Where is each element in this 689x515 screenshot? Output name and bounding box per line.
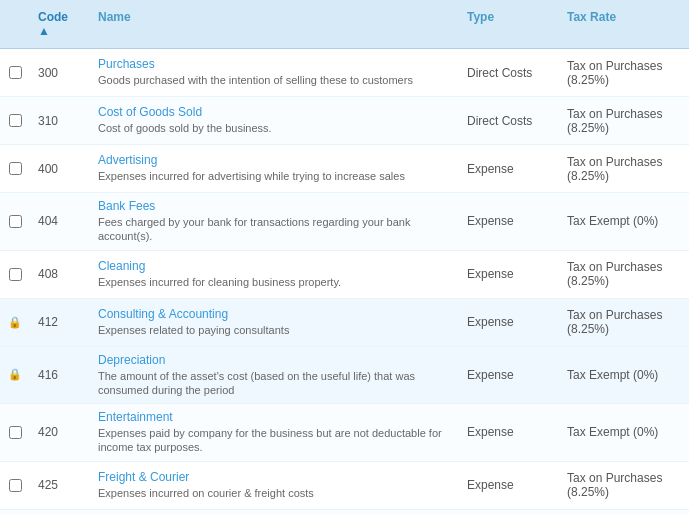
row-checkbox[interactable] bbox=[9, 162, 22, 175]
row-code: 412 bbox=[30, 311, 90, 333]
table-row: 420 Entertainment Expenses paid by company… bbox=[0, 404, 689, 462]
row-taxrate: Tax on Purchases (8.25%) bbox=[559, 304, 689, 340]
row-name-link[interactable]: Cleaning bbox=[98, 259, 451, 273]
row-checkbox[interactable] bbox=[9, 426, 22, 439]
row-taxrate: Tax Exempt (0%) bbox=[559, 364, 689, 386]
row-taxrate: Tax on Purchases (8.25%) bbox=[559, 256, 689, 292]
row-description: Expenses incurred for cleaning business … bbox=[98, 276, 341, 288]
row-name-link[interactable]: Depreciation bbox=[98, 353, 451, 367]
header-taxrate[interactable]: Tax Rate bbox=[559, 6, 689, 42]
table-header: Code ▲ Name Type Tax Rate bbox=[0, 0, 689, 49]
row-type: Expense bbox=[459, 364, 559, 386]
row-taxrate: Tax on Purchases (8.25%) bbox=[559, 151, 689, 187]
row-type: Expense bbox=[459, 311, 559, 333]
table-row: 310 Cost of Goods Sold Cost of goods sold … bbox=[0, 97, 689, 145]
row-name-cell: Consulting & Accounting Expenses related … bbox=[90, 301, 459, 343]
lock-icon: 🔒 bbox=[8, 316, 22, 329]
row-description: The amount of the asset's cost (based on… bbox=[98, 370, 415, 396]
row-name-cell: Depreciation The amount of the asset's co… bbox=[90, 347, 459, 404]
row-name-link[interactable]: Advertising bbox=[98, 153, 451, 167]
accounts-table: Code ▲ Name Type Tax Rate 300 Purchases Go… bbox=[0, 0, 689, 515]
row-description: Goods purchased with the intention of se… bbox=[98, 74, 413, 86]
row-type: Direct Costs bbox=[459, 110, 559, 132]
row-check-cell bbox=[0, 158, 30, 179]
row-name-link[interactable]: Purchases bbox=[98, 57, 451, 71]
header-code[interactable]: Code ▲ bbox=[30, 6, 90, 42]
row-type: Expense bbox=[459, 158, 559, 180]
table-row: 429General ExpensesGeneral expenses rela… bbox=[0, 510, 689, 515]
row-name-link[interactable]: Freight & Courier bbox=[98, 470, 451, 484]
row-check-cell: 🔒 bbox=[0, 312, 30, 333]
lock-icon: 🔒 bbox=[8, 368, 22, 381]
table-body: 300 Purchases Goods purchased with the int… bbox=[0, 49, 689, 515]
table-row: 🔒 416 Depreciation The amount of the asset'… bbox=[0, 347, 689, 405]
row-check-cell bbox=[0, 62, 30, 83]
row-code: 310 bbox=[30, 110, 90, 132]
row-checkbox[interactable] bbox=[9, 66, 22, 79]
row-taxrate: Tax on Purchases (8.25%) bbox=[559, 467, 689, 503]
row-check-cell bbox=[0, 475, 30, 496]
row-name-cell: Purchases Goods purchased with the intent… bbox=[90, 51, 459, 93]
table-row: 300 Purchases Goods purchased with the int… bbox=[0, 49, 689, 97]
row-taxrate: Tax on Purchases (8.25%) bbox=[559, 55, 689, 91]
row-code: 300 bbox=[30, 62, 90, 84]
header-check bbox=[0, 6, 30, 42]
row-code: 416 bbox=[30, 364, 90, 386]
row-name-cell: Cleaning Expenses incurred for cleaning b… bbox=[90, 253, 459, 295]
row-name-cell: Bank Fees Fees charged by your bank for t… bbox=[90, 193, 459, 250]
row-description: Fees charged by your bank for transactio… bbox=[98, 216, 410, 242]
table-row: 408 Cleaning Expenses incurred for cleanin… bbox=[0, 251, 689, 299]
row-name-cell: Cost of Goods Sold Cost of goods sold by … bbox=[90, 99, 459, 141]
row-name-link[interactable]: Consulting & Accounting bbox=[98, 307, 451, 321]
row-type: Expense bbox=[459, 263, 559, 285]
row-taxrate: Tax on Purchases (8.25%) bbox=[559, 103, 689, 139]
row-check-cell bbox=[0, 211, 30, 232]
header-type[interactable]: Type bbox=[459, 6, 559, 42]
row-name-cell: Entertainment Expenses paid by company fo… bbox=[90, 404, 459, 461]
header-code-label: Code bbox=[38, 10, 68, 24]
row-description: Expenses related to paying consultants bbox=[98, 324, 289, 336]
row-check-cell bbox=[0, 264, 30, 285]
row-taxrate: Tax Exempt (0%) bbox=[559, 210, 689, 232]
table-row: 🔒 412 Consulting & Accounting Expenses rela… bbox=[0, 299, 689, 347]
row-description: Expenses incurred for advertising while … bbox=[98, 170, 405, 182]
row-check-cell: 🔒 bbox=[0, 364, 30, 385]
row-type: Expense bbox=[459, 474, 559, 496]
row-checkbox[interactable] bbox=[9, 215, 22, 228]
row-description: Expenses paid by company for the busines… bbox=[98, 427, 442, 453]
header-name[interactable]: Name bbox=[90, 6, 459, 42]
row-checkbox[interactable] bbox=[9, 268, 22, 281]
row-check-cell bbox=[0, 110, 30, 131]
row-code: 408 bbox=[30, 263, 90, 285]
row-code: 420 bbox=[30, 421, 90, 443]
row-type: Expense bbox=[459, 210, 559, 232]
row-check-cell bbox=[0, 422, 30, 443]
sort-arrow-icon: ▲ bbox=[38, 24, 50, 38]
row-description: Expenses incurred on courier & freight c… bbox=[98, 487, 314, 499]
row-name-link[interactable]: Bank Fees bbox=[98, 199, 451, 213]
row-name-link[interactable]: Cost of Goods Sold bbox=[98, 105, 451, 119]
row-description: Cost of goods sold by the business. bbox=[98, 122, 272, 134]
row-checkbox[interactable] bbox=[9, 479, 22, 492]
row-name-link[interactable]: Entertainment bbox=[98, 410, 451, 424]
table-row: 400 Advertising Expenses incurred for adve… bbox=[0, 145, 689, 193]
row-type: Direct Costs bbox=[459, 62, 559, 84]
row-code: 404 bbox=[30, 210, 90, 232]
table-row: 404 Bank Fees Fees charged by your bank fo… bbox=[0, 193, 689, 251]
row-name-cell: Freight & Courier Expenses incurred on co… bbox=[90, 464, 459, 506]
row-type: Expense bbox=[459, 421, 559, 443]
row-taxrate: Tax Exempt (0%) bbox=[559, 421, 689, 443]
row-code: 425 bbox=[30, 474, 90, 496]
row-checkbox[interactable] bbox=[9, 114, 22, 127]
table-row: 425 Freight & Courier Expenses incurred on… bbox=[0, 462, 689, 510]
row-code: 400 bbox=[30, 158, 90, 180]
row-name-cell: Advertising Expenses incurred for adverti… bbox=[90, 147, 459, 189]
